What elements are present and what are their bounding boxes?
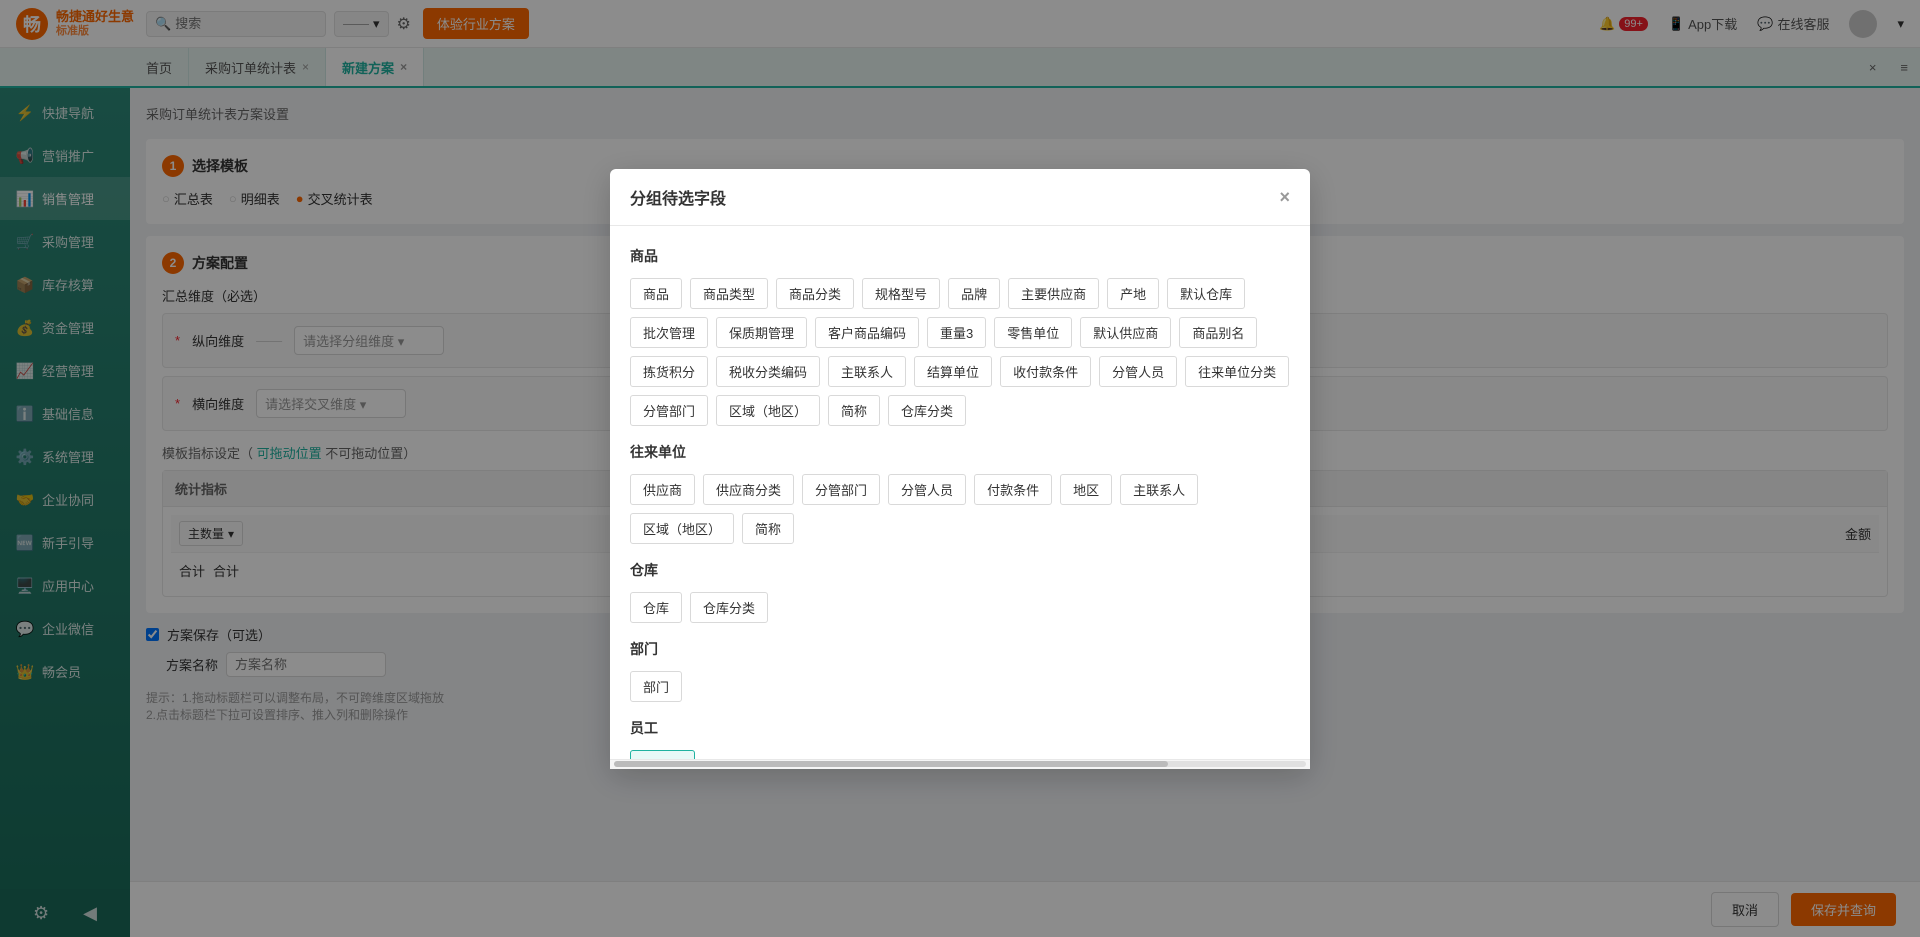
modal-hscroll[interactable] (610, 759, 1310, 769)
section-title-product: 商品 (630, 246, 1290, 266)
field-tag-1-1[interactable]: 供应商分类 (703, 474, 794, 505)
section-title-employee: 员工 (630, 718, 1290, 738)
field-tag-0-6[interactable]: 产地 (1107, 278, 1159, 309)
field-tag-1-3[interactable]: 分管人员 (888, 474, 966, 505)
modal-overlay[interactable]: 分组待选字段 × 商品 商品商品类型商品分类规格型号品牌主要供应商产地默认仓库批… (0, 0, 1920, 937)
field-tag-0-18[interactable]: 结算单位 (914, 356, 992, 387)
field-tag-0-15[interactable]: 拣货积分 (630, 356, 708, 387)
field-tag-0-2[interactable]: 商品分类 (776, 278, 854, 309)
field-tag-3-0[interactable]: 部门 (630, 671, 682, 702)
modal-title: 分组待选字段 (630, 185, 726, 209)
field-tag-2-0[interactable]: 仓库 (630, 592, 682, 623)
modal-body[interactable]: 商品 商品商品类型商品分类规格型号品牌主要供应商产地默认仓库批次管理保质期管理客… (610, 226, 1310, 759)
section-title-dept: 部门 (630, 639, 1290, 659)
field-tag-0-25[interactable]: 仓库分类 (888, 395, 966, 426)
field-tag-1-0[interactable]: 供应商 (630, 474, 695, 505)
field-tags-partner: 供应商供应商分类分管部门分管人员付款条件地区主联系人区域（地区） 简称 (630, 474, 1290, 544)
field-tag-0-14[interactable]: 商品别名 (1179, 317, 1257, 348)
field-tag-0-21[interactable]: 往来单位分类 (1185, 356, 1289, 387)
section-title-warehouse: 仓库 (630, 560, 1290, 580)
field-tag-0-8[interactable]: 批次管理 (630, 317, 708, 348)
field-tag-0-17[interactable]: 主联系人 (828, 356, 906, 387)
field-tags-employee: 业务员 (630, 750, 1290, 759)
modal-dialog: 分组待选字段 × 商品 商品商品类型商品分类规格型号品牌主要供应商产地默认仓库批… (610, 169, 1310, 769)
field-tag-0-7[interactable]: 默认仓库 (1167, 278, 1245, 309)
field-tag-0-10[interactable]: 客户商品编码 (815, 317, 919, 348)
field-tags-product: 商品商品类型商品分类规格型号品牌主要供应商产地默认仓库批次管理保质期管理客户商品… (630, 278, 1290, 426)
field-tag-2-1[interactable]: 仓库分类 (690, 592, 768, 623)
field-tag-1-7[interactable]: 区域（地区） (630, 513, 734, 544)
field-tag-0-5[interactable]: 主要供应商 (1008, 278, 1099, 309)
field-tag-0-16[interactable]: 税收分类编码 (716, 356, 820, 387)
field-tag-1-6[interactable]: 主联系人 (1120, 474, 1198, 505)
field-tag-0-20[interactable]: 分管人员 (1099, 356, 1177, 387)
field-tag-1-8[interactable]: 简称 (742, 513, 794, 544)
field-tag-0-22[interactable]: 分管部门 (630, 395, 708, 426)
field-tag-1-2[interactable]: 分管部门 (802, 474, 880, 505)
field-tag-0-23[interactable]: 区域（地区） (716, 395, 820, 426)
field-tag-0-4[interactable]: 品牌 (948, 278, 1000, 309)
field-tag-0-9[interactable]: 保质期管理 (716, 317, 807, 348)
field-tag-0-3[interactable]: 规格型号 (862, 278, 940, 309)
field-tag-0-12[interactable]: 零售单位 (994, 317, 1072, 348)
field-tag-0-0[interactable]: 商品 (630, 278, 682, 309)
field-tag-1-5[interactable]: 地区 (1060, 474, 1112, 505)
modal-header: 分组待选字段 × (610, 169, 1310, 226)
modal-close-button[interactable]: × (1279, 188, 1290, 206)
field-tag-4-0[interactable]: 业务员 (630, 750, 695, 759)
field-tag-0-1[interactable]: 商品类型 (690, 278, 768, 309)
field-tags-dept: 部门 (630, 671, 1290, 702)
field-tags-warehouse: 仓库仓库分类 (630, 592, 1290, 623)
field-tag-0-19[interactable]: 收付款条件 (1000, 356, 1091, 387)
field-tag-1-4[interactable]: 付款条件 (974, 474, 1052, 505)
field-tag-0-13[interactable]: 默认供应商 (1080, 317, 1171, 348)
section-title-partner: 往来单位 (630, 442, 1290, 462)
field-tag-0-24[interactable]: 简称 (828, 395, 880, 426)
field-tag-0-11[interactable]: 重量3 (927, 317, 986, 348)
